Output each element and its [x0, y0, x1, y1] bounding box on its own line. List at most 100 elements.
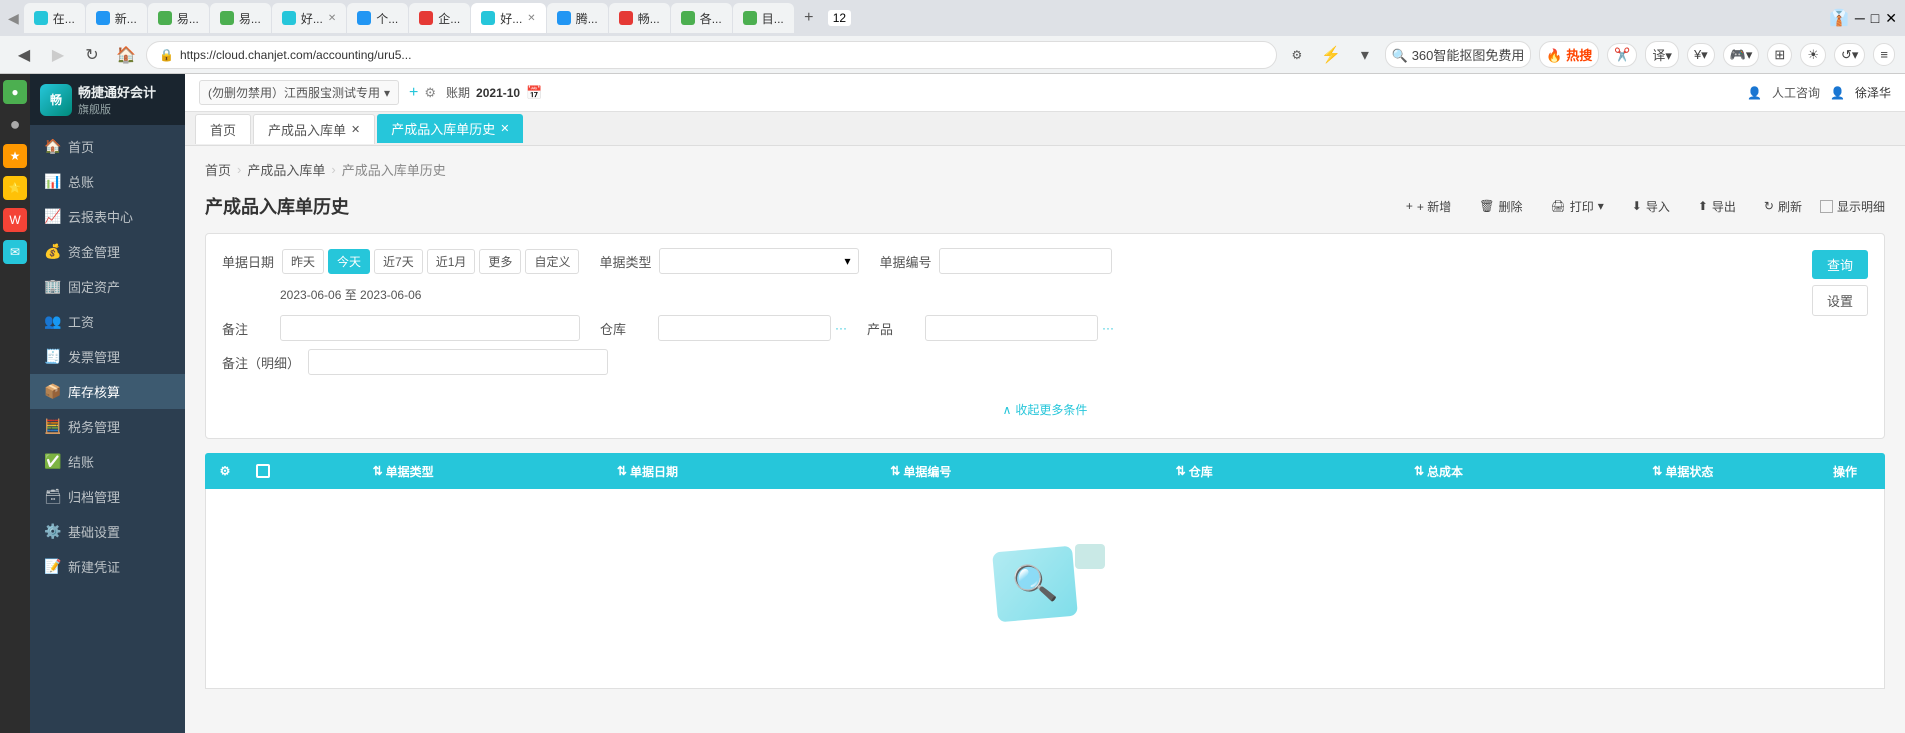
scissors-btn[interactable]: ✂️ — [1607, 43, 1637, 67]
date-btn-today[interactable]: 今天 — [328, 249, 370, 274]
warehouse-input[interactable] — [658, 315, 831, 341]
date-btn-custom[interactable]: 自定义 — [525, 249, 579, 274]
th-checkbox[interactable] — [245, 464, 281, 478]
breadcrumb-product-list[interactable]: 产成品入库单 — [247, 160, 325, 179]
browser-tab-5[interactable]: 好... ✕ — [272, 3, 346, 33]
sidebar-item-inventory[interactable]: 📦 库存核算 — [30, 374, 185, 409]
date-btn-1month[interactable]: 近1月 — [427, 249, 476, 274]
sidebar-item-archive[interactable]: 🗃 归档管理 — [30, 479, 185, 514]
voucher-no-input[interactable] — [939, 248, 1112, 274]
browser-tab-12[interactable]: 目... — [733, 3, 794, 33]
add-tab-button[interactable]: + — [795, 4, 823, 32]
browser-tab-10[interactable]: 畅... — [609, 3, 670, 33]
sidebar-item-tax[interactable]: 🧮 税务管理 — [30, 409, 185, 444]
search-btn[interactable]: 🔍 360智能抠图免费用 — [1385, 41, 1532, 68]
close-window-icon[interactable]: ✕ — [1885, 10, 1897, 27]
rail-icon-2[interactable]: ● — [3, 112, 27, 136]
remark-detail-input[interactable] — [308, 349, 608, 375]
rail-icon-green[interactable]: ● — [3, 80, 27, 104]
browser-tab-11[interactable]: 各... — [671, 3, 732, 33]
sidebar-item-cloud-reports[interactable]: 📈 云报表中心 — [30, 199, 185, 234]
breadcrumb-home[interactable]: 首页 — [205, 160, 231, 179]
rail-icon-teal[interactable]: ✉ — [3, 240, 27, 264]
page-tab-product-history[interactable]: 产成品入库单历史 ✕ — [377, 114, 523, 143]
remark-input[interactable] — [280, 315, 580, 341]
th-warehouse[interactable]: ⇅ 仓库 — [1072, 463, 1316, 480]
refresh-button[interactable]: ↻ — [78, 41, 106, 69]
th-voucher-type[interactable]: ⇅ 单据类型 — [281, 463, 525, 480]
date-btn-7days[interactable]: 近7天 — [374, 249, 423, 274]
new-button[interactable]: + + 新增 — [1396, 194, 1461, 219]
menu-btn[interactable]: ≡ — [1873, 43, 1895, 66]
calendar-icon[interactable]: 📅 — [526, 85, 542, 101]
sidebar-item-settlement[interactable]: ✅ 结账 — [30, 444, 185, 479]
th-voucher-no[interactable]: ⇅ 单据编号 — [770, 463, 1072, 480]
page-tab-product-history-close[interactable]: ✕ — [500, 122, 509, 135]
voucher-type-select[interactable]: ▾ — [659, 248, 859, 274]
th-status[interactable]: ⇅ 单据状态 — [1561, 463, 1805, 480]
browser-tab-3[interactable]: 易... — [148, 3, 209, 33]
page-tab-product-list-close[interactable]: ✕ — [351, 123, 360, 136]
page-tab-product-list[interactable]: 产成品入库单 ✕ — [253, 114, 375, 144]
rail-icon-gold[interactable]: ⭐ — [3, 176, 27, 200]
browser-tab-7[interactable]: 企... — [409, 3, 470, 33]
browser-tab-1[interactable]: 在... — [24, 3, 85, 33]
sidebar-item-home[interactable]: 🏠 首页 — [30, 129, 185, 164]
export-button[interactable]: ⬆ 导出 — [1688, 194, 1746, 219]
address-bar[interactable]: 🔒 https://cloud.chanjet.com/accounting/u… — [146, 41, 1277, 69]
browser-tab-6[interactable]: 个... — [347, 3, 408, 33]
warehouse-dots-btn[interactable]: ··· — [835, 321, 847, 335]
user-consult-label[interactable]: 人工咨询 — [1772, 84, 1820, 101]
collapse-button[interactable]: ∧ 收起更多条件 — [1003, 401, 1088, 418]
maximize-icon[interactable]: □ — [1871, 10, 1879, 26]
dropdown-button[interactable]: ▾ — [1351, 41, 1379, 69]
sidebar-item-settings[interactable]: ⚙️ 基础设置 — [30, 514, 185, 549]
browser-tab-9[interactable]: 腾... — [547, 3, 608, 33]
forward-button[interactable]: ▶ — [44, 41, 72, 69]
browser-tab-2[interactable]: 新... — [86, 3, 147, 33]
translate-btn[interactable]: 译▾ — [1645, 41, 1679, 68]
browser-tab-8[interactable]: 好... ✕ — [471, 3, 545, 33]
th-total-cost[interactable]: ⇅ 总成本 — [1316, 463, 1560, 480]
sidebar-item-general-ledger[interactable]: 📊 总账 — [30, 164, 185, 199]
page-tab-home[interactable]: 首页 — [195, 114, 251, 144]
query-button[interactable]: 查询 — [1812, 250, 1868, 279]
sidebar-item-fund-management[interactable]: 💰 资金管理 — [30, 234, 185, 269]
sidebar-item-invoice[interactable]: 🧾 发票管理 — [30, 339, 185, 374]
minimize-icon[interactable]: ─ — [1855, 10, 1865, 26]
back-button[interactable]: ◀ — [10, 41, 38, 69]
rail-icon-orange[interactable]: ★ — [3, 144, 27, 168]
company-selector[interactable]: (勿删勿禁用）江西服宝测试专用 ▾ — [199, 80, 399, 105]
import-button[interactable]: ⬇ 导入 — [1622, 194, 1680, 219]
display-toggle-checkbox[interactable] — [1820, 200, 1833, 213]
settings-gear-icon[interactable]: ⚙ — [424, 85, 436, 101]
th-voucher-date[interactable]: ⇅ 单据日期 — [525, 463, 769, 480]
date-btn-yesterday[interactable]: 昨天 — [282, 249, 324, 274]
settings-query-button[interactable]: 设置 — [1812, 285, 1868, 316]
rail-icon-red[interactable]: W — [3, 208, 27, 232]
sun-btn[interactable]: ☀ — [1800, 43, 1826, 67]
sidebar-item-payroll[interactable]: 👥 工资 — [30, 304, 185, 339]
browser-tab-4[interactable]: 易... — [210, 3, 271, 33]
th-settings[interactable]: ⚙ — [205, 464, 245, 478]
print-button[interactable]: 🖨 打印 ▾ — [1540, 194, 1613, 219]
add-icon[interactable]: + — [409, 84, 418, 102]
product-input[interactable] — [925, 315, 1098, 341]
tab-counter[interactable]: 12 — [828, 10, 851, 26]
product-dots-btn[interactable]: ··· — [1102, 321, 1114, 335]
sidebar-item-new-voucher[interactable]: 📝 新建凭证 — [30, 549, 185, 584]
header-checkbox[interactable] — [256, 464, 270, 478]
hot-search-btn[interactable]: 🔥 热搜 — [1539, 41, 1599, 68]
currency-btn[interactable]: ¥▾ — [1687, 43, 1715, 67]
refresh-page-button[interactable]: ↻ 刷新 — [1754, 194, 1812, 219]
sidebar-item-fixed-assets[interactable]: 🏢 固定资产 — [30, 269, 185, 304]
delete-button[interactable]: 🗑 删除 — [1469, 194, 1532, 219]
date-btn-more[interactable]: 更多 — [479, 249, 521, 274]
grid-btn[interactable]: ⊞ — [1767, 43, 1792, 67]
undo-btn[interactable]: ↺▾ — [1834, 43, 1865, 67]
lightning-button[interactable]: ⚡ — [1317, 41, 1345, 69]
game-btn[interactable]: 🎮▾ — [1723, 43, 1760, 67]
home-button[interactable]: 🏠 — [112, 41, 140, 69]
shirt-icon[interactable]: 👔 — [1829, 8, 1849, 28]
extensions-button[interactable]: ⚙ — [1283, 41, 1311, 69]
